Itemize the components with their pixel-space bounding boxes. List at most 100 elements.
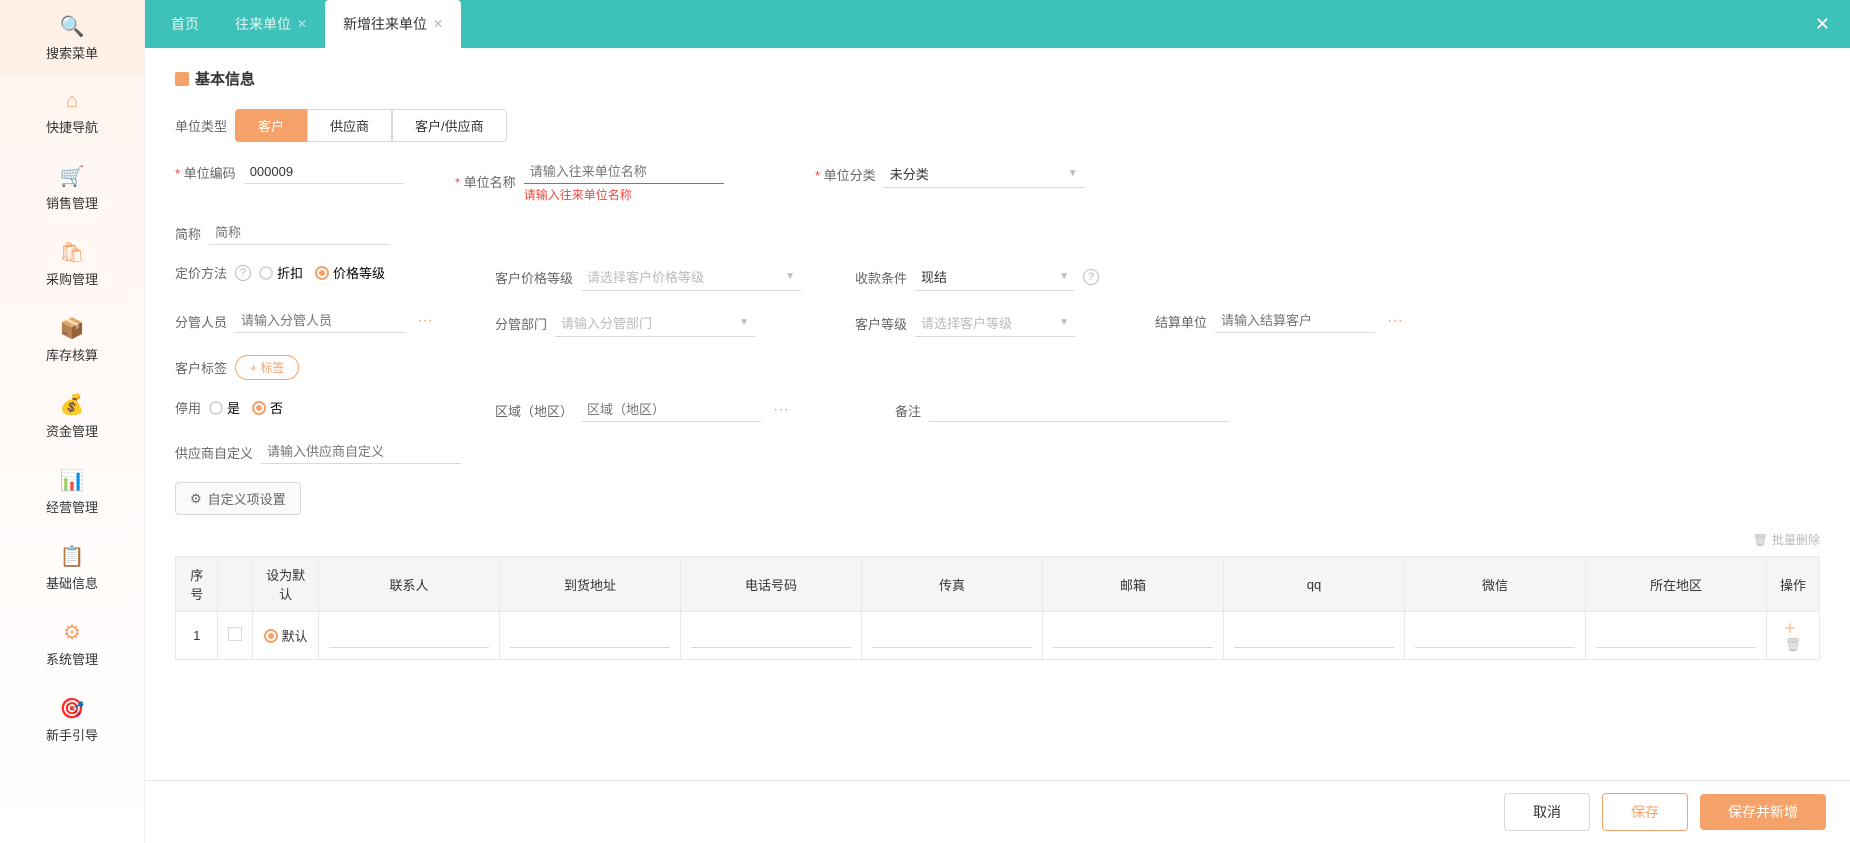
sidebar-item-label: 系统管理 [46, 649, 98, 668]
sidebar-item-beginner[interactable]: 🎯 新手引导 [0, 682, 144, 758]
tab-partners[interactable]: 往来单位 ✕ [217, 0, 325, 48]
unit-btn-supplier[interactable]: 供应商 [307, 109, 392, 142]
col-qq: qq [1223, 557, 1404, 612]
manager-input[interactable] [235, 309, 405, 333]
customer-level-label: 客户等级 [855, 314, 907, 333]
customer-price-level-field: 客户价格等级 请选择客户价格等级 ▼ [495, 263, 855, 291]
sidebar-item-basic-info[interactable]: 📋 基础信息 [0, 530, 144, 606]
customer-tag-field: 客户标签 + 标签 [175, 355, 1820, 380]
radio-no[interactable]: 否 [252, 398, 283, 417]
unit-btn-customer[interactable]: 客户 [235, 109, 307, 142]
radio-discount[interactable]: 折扣 [259, 263, 303, 282]
cell-checkbox[interactable] [218, 612, 253, 660]
form-content: 基本信息 单位类型 客户 供应商 客户/供应商 单位编码 单位名称 [145, 48, 1850, 780]
radio-discount-circle [259, 266, 273, 280]
cell-phone[interactable] [680, 612, 861, 660]
customer-tag-label: 客户标签 [175, 358, 227, 377]
col-action: 操作 [1766, 557, 1819, 612]
radio-price-level-label: 价格等级 [333, 263, 385, 282]
batch-delete-label[interactable]: 批量删除 [1772, 531, 1820, 548]
cell-address[interactable] [499, 612, 680, 660]
cell-contact[interactable] [318, 612, 499, 660]
department-placeholder: 请输入分管部门 [561, 313, 735, 332]
row-checkbox[interactable] [228, 627, 242, 641]
contact-table: 序号 设为默认 联系人 到货地址 电话号码 传真 邮箱 qq 微信 所在地区 操… [175, 556, 1820, 660]
remark-input[interactable] [929, 398, 1229, 422]
sidebar-item-finance[interactable]: 💰 资金管理 [0, 378, 144, 454]
cell-action: ＋ 🗑 [1766, 612, 1819, 660]
cell-location[interactable] [1585, 612, 1766, 660]
sidebar-item-purchase[interactable]: 🛍 采购管理 [0, 226, 144, 302]
pricing-radio-group: 折扣 价格等级 [259, 263, 385, 282]
qq-input[interactable] [1234, 624, 1394, 648]
inventory-icon: 📦 [60, 316, 85, 341]
sidebar-item-label: 经营管理 [46, 497, 98, 516]
unit-btn-both[interactable]: 客户/供应商 [392, 109, 507, 142]
cell-qq[interactable] [1223, 612, 1404, 660]
unit-name-input[interactable] [524, 160, 724, 184]
custom-settings-label: 自定义项设置 [208, 489, 286, 508]
tab-new-partner-close[interactable]: ✕ [433, 17, 443, 31]
fax-input[interactable] [872, 624, 1032, 648]
tab-partners-close[interactable]: ✕ [297, 17, 307, 31]
department-select[interactable]: 请输入分管部门 ▼ [555, 309, 755, 337]
save-button[interactable]: 保存 [1602, 793, 1688, 831]
sidebar-item-label: 快捷导航 [46, 117, 98, 136]
chevron-down-icon5: ▼ [1059, 317, 1069, 328]
customer-price-level-select[interactable]: 请选择客户价格等级 ▼ [581, 263, 801, 291]
sidebar-item-inventory[interactable]: 📦 库存核算 [0, 302, 144, 378]
sidebar-item-system[interactable]: ⚙ 系统管理 [0, 606, 144, 682]
unit-category-select[interactable]: 未分类 ▼ [884, 160, 1084, 188]
abbr-row: 简称 [175, 221, 1820, 245]
unit-code-input[interactable] [244, 160, 404, 184]
operations-icon: 📊 [60, 468, 85, 493]
region-more-icon[interactable]: ··· [769, 401, 793, 419]
address-input[interactable] [510, 624, 670, 648]
add-tag-button[interactable]: + 标签 [235, 355, 299, 380]
main-close-button[interactable]: ✕ [1803, 14, 1842, 35]
contact-input[interactable] [329, 624, 489, 648]
cell-fax[interactable] [861, 612, 1042, 660]
phone-input[interactable] [691, 624, 851, 648]
radio-price-level[interactable]: 价格等级 [315, 263, 385, 282]
tab-home[interactable]: 首页 [153, 0, 217, 48]
cancel-button[interactable]: 取消 [1504, 793, 1590, 831]
home-icon: ⌂ [66, 90, 78, 113]
email-input[interactable] [1053, 624, 1213, 648]
delete-row-icon[interactable]: 🗑 [1785, 637, 1802, 652]
unit-name-input-wrapper: 请输入往来单位名称 [524, 160, 724, 203]
row-default-radio[interactable]: 默认 [263, 626, 308, 645]
wechat-input[interactable] [1415, 624, 1575, 648]
sidebar-item-operations[interactable]: 📊 经营管理 [0, 454, 144, 530]
cell-wechat[interactable] [1404, 612, 1585, 660]
region-input[interactable] [581, 398, 761, 422]
sidebar-item-label: 搜索菜单 [46, 43, 98, 62]
sidebar-item-label: 销售管理 [46, 193, 98, 212]
supplier-custom-label: 供应商自定义 [175, 443, 253, 462]
chevron-down-icon4: ▼ [739, 317, 749, 328]
add-row-icon[interactable]: ＋ [1783, 621, 1796, 636]
department-field: 分管部门 请输入分管部门 ▼ [495, 309, 855, 337]
tab-new-partner[interactable]: 新增往来单位 ✕ [325, 0, 461, 48]
table-row: 1 默认 [176, 612, 1820, 660]
unit-code-field: 单位编码 [175, 160, 455, 184]
settlement-unit-field: 结算单位 ··· [1155, 309, 1820, 333]
pricing-help-icon[interactable]: ? [235, 265, 251, 281]
sidebar-item-quick-nav[interactable]: ⌂ 快捷导航 [0, 76, 144, 150]
payment-terms-select[interactable]: 现结 ▼ [915, 263, 1075, 291]
customer-level-select[interactable]: 请选择客户等级 ▼ [915, 309, 1075, 337]
payment-help-icon[interactable]: ? [1083, 269, 1099, 285]
settlement-unit-input[interactable] [1215, 309, 1375, 333]
cell-email[interactable] [1042, 612, 1223, 660]
location-input[interactable] [1596, 624, 1756, 648]
abbr-input[interactable] [209, 221, 389, 245]
radio-no-circle [252, 401, 266, 415]
manager-more-icon[interactable]: ··· [413, 312, 437, 330]
sidebar-item-search[interactable]: 🔍 搜索菜单 [0, 0, 144, 76]
radio-yes[interactable]: 是 [209, 398, 240, 417]
supplier-custom-input[interactable] [261, 440, 461, 464]
settlement-more-icon[interactable]: ··· [1383, 312, 1407, 330]
custom-settings-button[interactable]: ⚙ 自定义项设置 [175, 482, 301, 515]
save-and-new-button[interactable]: 保存并新增 [1700, 794, 1826, 830]
sidebar-item-sales[interactable]: 🛒 销售管理 [0, 150, 144, 226]
